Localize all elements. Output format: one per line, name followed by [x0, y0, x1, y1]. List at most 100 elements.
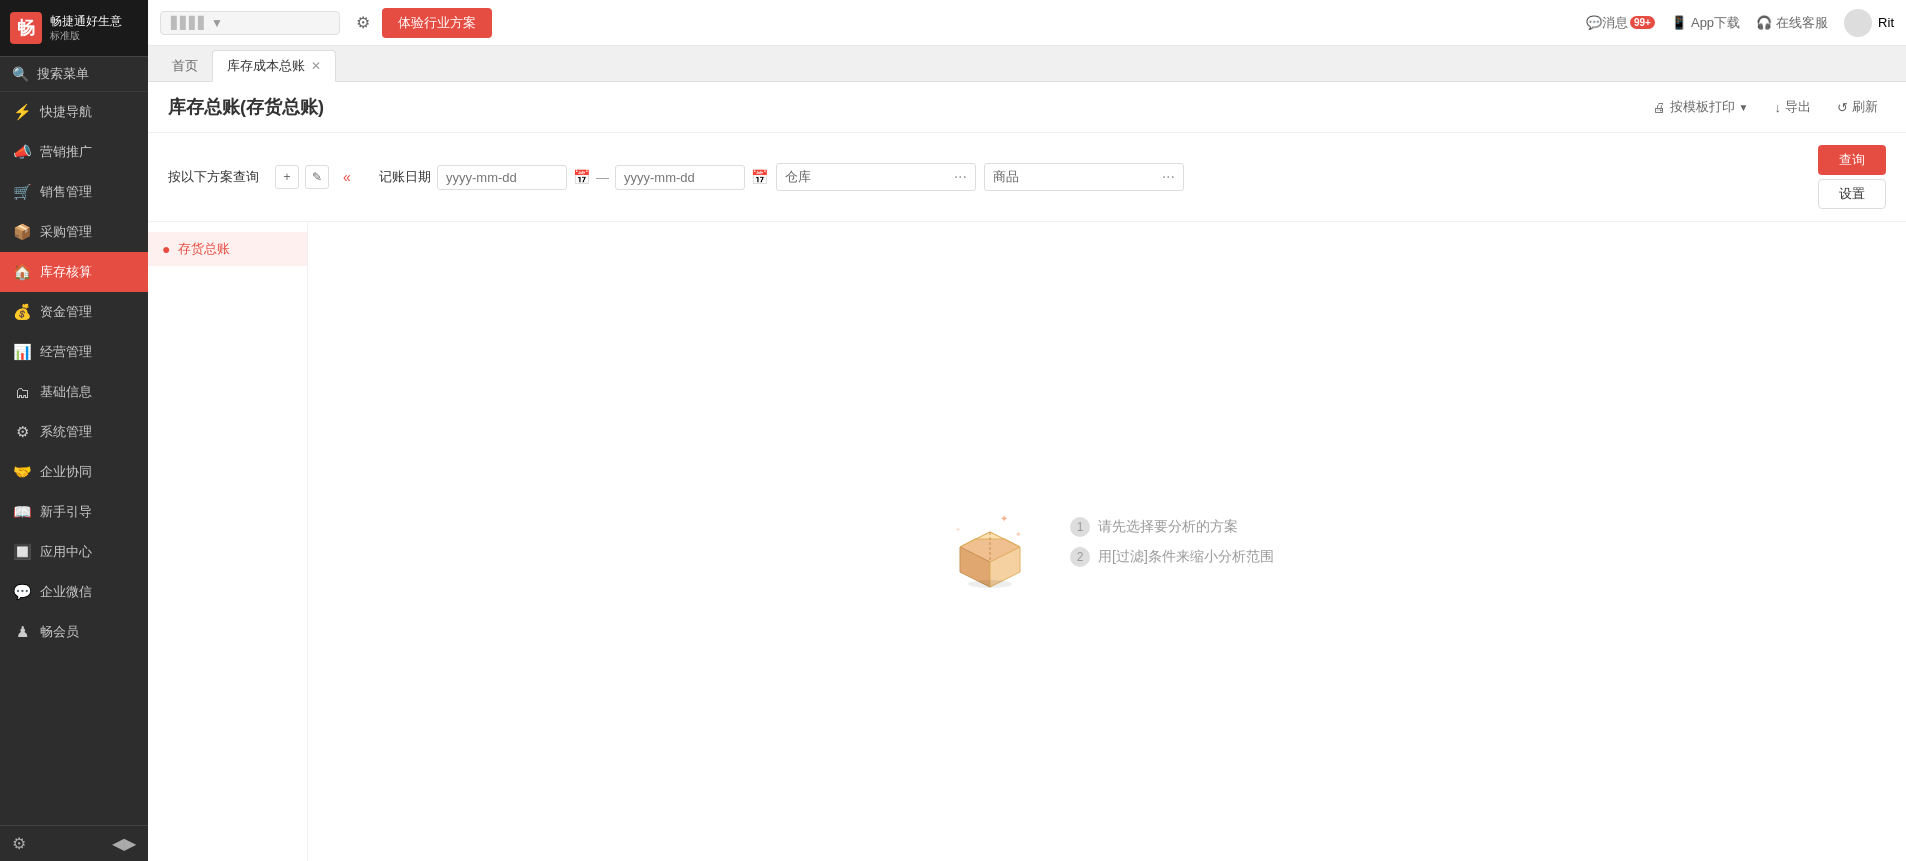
filter-date-field: 记账日期 📅 — 📅: [379, 165, 768, 190]
service-icon: 🎧: [1756, 15, 1772, 30]
sidebar-item-system[interactable]: ⚙ 系统管理: [0, 412, 148, 452]
sidebar-item-newbie[interactable]: 📖 新手引导: [0, 492, 148, 532]
scheme-item-icon: ●: [162, 241, 170, 257]
topbar: ▋▋▋▋ ▼ ⚙ 体验行业方案 💬 消息 99+ 📱 App下载 🎧 在线客服: [148, 0, 1906, 46]
sidebar-item-marketing[interactable]: 📣 营销推广: [0, 132, 148, 172]
sidebar-item-appstore[interactable]: 🔲 应用中心: [0, 532, 148, 572]
filter-actions: + ✎ «: [275, 165, 359, 189]
finance-icon: 💰: [12, 303, 32, 321]
warehouse-more-icon[interactable]: ···: [954, 168, 967, 186]
wechat-icon: 💬: [12, 583, 32, 601]
main-content: ▋▋▋▋ ▼ ⚙ 体验行业方案 💬 消息 99+ 📱 App下载 🎧 在线客服: [148, 0, 1906, 861]
empty-state-inner: ✦ ✦ ✦ 1 请先选择要分析的方案 2: [940, 492, 1274, 592]
logo-subtitle: 标准版: [50, 29, 122, 43]
tab-close-icon[interactable]: ✕: [311, 59, 321, 73]
scheme-item-label: 存货总账: [178, 240, 230, 258]
avatar: [1844, 9, 1872, 37]
goods-more-icon[interactable]: ···: [1162, 168, 1175, 186]
sidebar-item-label: 采购管理: [40, 223, 136, 241]
sidebar-item-vip[interactable]: ♟ 畅会员: [0, 612, 148, 652]
search-icon: 🔍: [12, 66, 29, 82]
refresh-btn[interactable]: ↺ 刷新: [1829, 94, 1886, 120]
topbar-user[interactable]: Rit: [1844, 9, 1894, 37]
print-label: 按模板打印: [1670, 98, 1735, 116]
topbar-service[interactable]: 🎧 在线客服: [1756, 14, 1828, 32]
sidebar-item-sales[interactable]: 🛒 销售管理: [0, 172, 148, 212]
svg-text:✦: ✦: [1000, 513, 1008, 524]
sidebar-item-label: 基础信息: [40, 383, 136, 401]
tip-num-2: 2: [1070, 547, 1090, 567]
collapse-icon[interactable]: ◀▶: [112, 834, 136, 853]
sidebar-item-label: 资金管理: [40, 303, 136, 321]
topbar-right: 💬 消息 99+ 📱 App下载 🎧 在线客服 Rit: [1586, 9, 1894, 37]
export-icon: ↓: [1775, 100, 1782, 115]
sidebar-item-ops[interactable]: 📊 经营管理: [0, 332, 148, 372]
topbar-search[interactable]: ▋▋▋▋ ▼: [160, 11, 340, 35]
newbie-icon: 📖: [12, 503, 32, 521]
date-separator: —: [596, 170, 609, 185]
message-icon: 💬: [1586, 15, 1602, 30]
print-dropdown-icon[interactable]: ▼: [1739, 102, 1749, 113]
tab-home[interactable]: 首页: [158, 51, 212, 81]
sidebar-search[interactable]: 🔍 搜索菜单: [0, 57, 148, 92]
tab-home-label: 首页: [172, 57, 198, 75]
filter-goods-field[interactable]: 商品 ···: [984, 163, 1184, 191]
appstore-icon: 🔲: [12, 543, 32, 561]
sidebar-item-label: 销售管理: [40, 183, 136, 201]
vip-icon: ♟: [12, 623, 32, 641]
sidebar-item-basic[interactable]: 🗂 基础信息: [0, 372, 148, 412]
date-from-input[interactable]: [437, 165, 567, 190]
inventory-icon: 🏠: [12, 263, 32, 281]
marketing-icon: 📣: [12, 143, 32, 161]
calendar-to-icon[interactable]: 📅: [751, 169, 768, 185]
scheme-sidebar: ● 存货总账: [148, 222, 308, 861]
sidebar-item-corp[interactable]: 🤝 企业协同: [0, 452, 148, 492]
tab-inventory-ledger[interactable]: 库存成本总账 ✕: [212, 50, 336, 82]
settings-button[interactable]: 设置: [1818, 179, 1886, 209]
sidebar-item-quick-nav[interactable]: ⚡ 快捷导航: [0, 92, 148, 132]
sidebar-item-inventory[interactable]: 🏠 库存核算: [0, 252, 148, 292]
filter-label: 按以下方案查询: [168, 168, 259, 186]
topbar-settings-icon[interactable]: ⚙: [356, 13, 370, 32]
query-button[interactable]: 查询: [1818, 145, 1886, 175]
settings-bottom-icon[interactable]: ⚙: [12, 834, 26, 853]
refresh-label: 刷新: [1852, 98, 1878, 116]
scheme-item-inventory-total[interactable]: ● 存货总账: [148, 232, 307, 266]
app-icon: 📱: [1671, 15, 1687, 30]
empty-state-illustration: ✦ ✦ ✦: [940, 492, 1040, 592]
print-template-btn[interactable]: 🖨 按模板打印 ▼: [1645, 94, 1757, 120]
page-content: 库存总账(存货总账) 🖨 按模板打印 ▼ ↓ 导出 ↺ 刷新: [148, 82, 1906, 861]
industry-btn[interactable]: 体验行业方案: [382, 8, 492, 38]
corp-icon: 🤝: [12, 463, 32, 481]
basic-icon: 🗂: [12, 384, 32, 401]
tip-text-1: 请先选择要分析的方案: [1098, 518, 1238, 536]
filter-collapse-btn[interactable]: «: [335, 165, 359, 189]
filter-edit-btn[interactable]: ✎: [305, 165, 329, 189]
svg-point-8: [968, 580, 1012, 588]
topbar-message[interactable]: 💬 消息 99+: [1586, 14, 1655, 32]
sidebar-item-finance[interactable]: 💰 资金管理: [0, 292, 148, 332]
date-to-input[interactable]: [615, 165, 745, 190]
sidebar-item-purchase[interactable]: 📦 采购管理: [0, 212, 148, 252]
export-btn[interactable]: ↓ 导出: [1767, 94, 1820, 120]
sidebar-item-label: 库存核算: [40, 263, 136, 281]
empty-tip-1: 1 请先选择要分析的方案: [1070, 517, 1274, 537]
sidebar: 畅 畅捷通好生意 标准版 🔍 搜索菜单 ⚡ 快捷导航 📣 营销推广 🛒 销售管理…: [0, 0, 148, 861]
tip-text-2: 用[过滤]条件来缩小分析范围: [1098, 548, 1274, 566]
calendar-from-icon[interactable]: 📅: [573, 169, 590, 185]
logo-title: 畅捷通好生意: [50, 13, 122, 30]
filter-row: 按以下方案查询 + ✎ « 记账日期 📅 — 📅 仓库 ···: [148, 133, 1906, 222]
topbar-app-download[interactable]: 📱 App下载: [1671, 14, 1740, 32]
sidebar-bottom: ⚙ ◀▶: [0, 825, 148, 861]
sidebar-item-label: 系统管理: [40, 423, 136, 441]
user-name: Rit: [1878, 15, 1894, 30]
tabbar: 首页 库存成本总账 ✕: [148, 46, 1906, 82]
refresh-icon: ↺: [1837, 100, 1848, 115]
filter-add-btn[interactable]: +: [275, 165, 299, 189]
logo-text: 畅捷通好生意 标准版: [50, 13, 122, 44]
empty-tip-2: 2 用[过滤]条件来缩小分析范围: [1070, 547, 1274, 567]
sidebar-item-wechat[interactable]: 💬 企业微信: [0, 572, 148, 612]
sidebar-item-label: 快捷导航: [40, 103, 136, 121]
topbar-dropdown-arrow[interactable]: ▼: [211, 16, 223, 30]
filter-warehouse-field[interactable]: 仓库 ···: [776, 163, 976, 191]
